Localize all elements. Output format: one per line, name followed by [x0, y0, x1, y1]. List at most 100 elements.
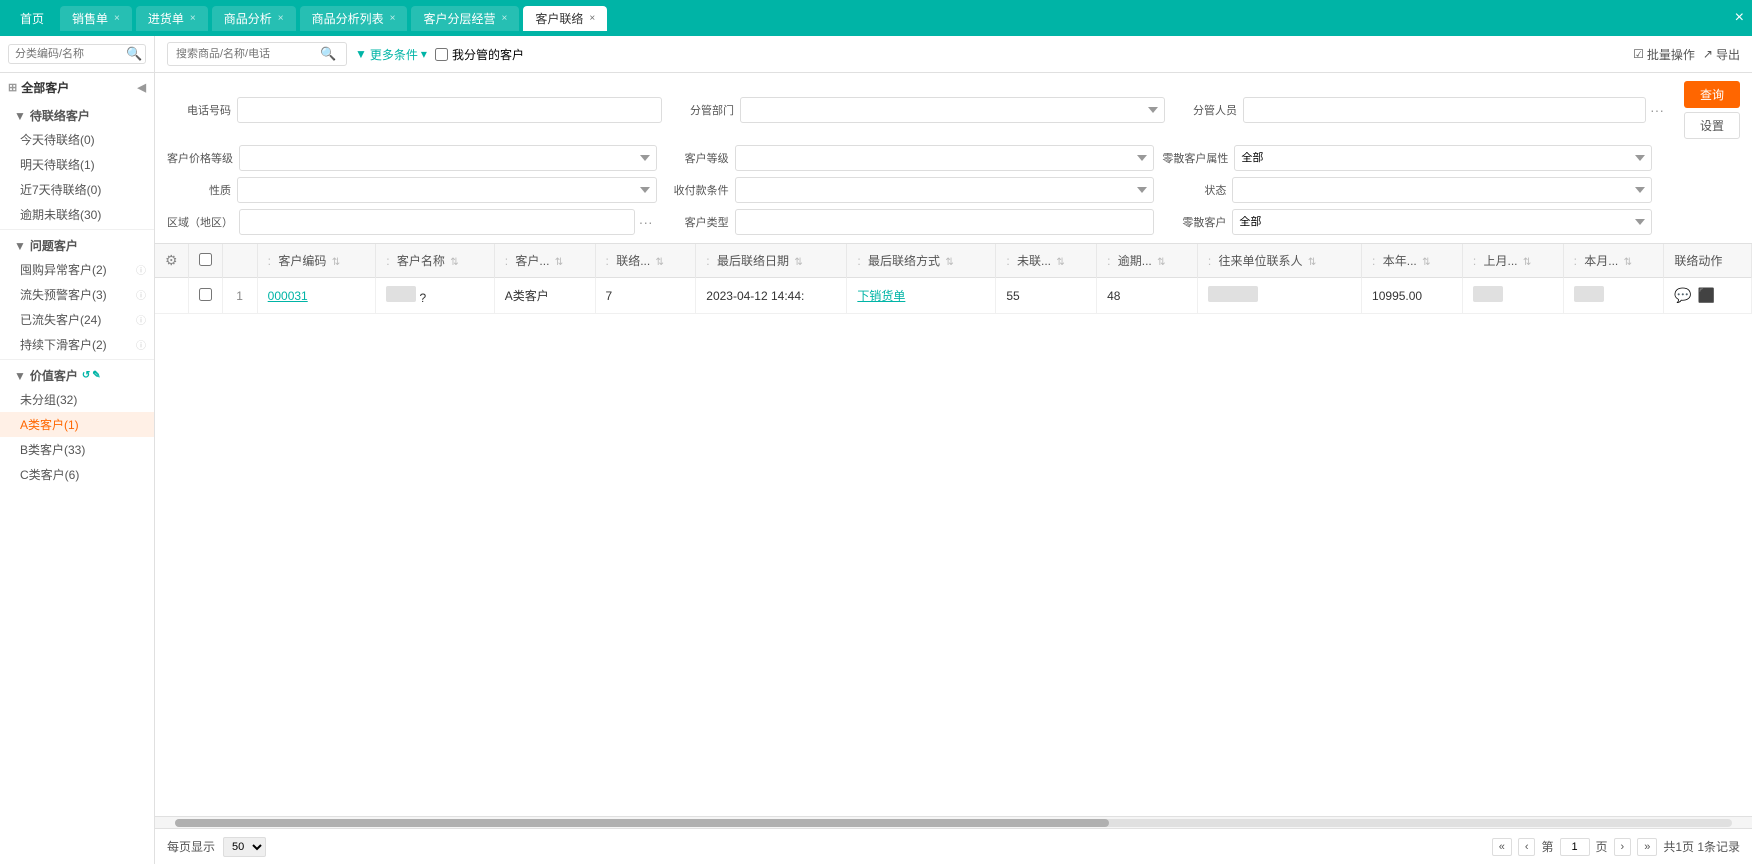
- dept-select-wrapper[interactable]: [740, 97, 1165, 123]
- close-icon[interactable]: ×: [390, 13, 396, 24]
- chat-icon[interactable]: 💬: [1674, 287, 1691, 304]
- th-settings[interactable]: ⚙: [155, 244, 188, 278]
- th-last-month[interactable]: : 上月... ⇅: [1462, 244, 1563, 278]
- nature-select[interactable]: [237, 177, 657, 203]
- close-icon[interactable]: ×: [190, 13, 196, 24]
- page-input[interactable]: [1560, 838, 1590, 856]
- th-unit-contact[interactable]: : 往来单位联系人 ⇅: [1197, 244, 1361, 278]
- sidebar-item-churned[interactable]: 已流失客户(24) ⓘ: [0, 307, 154, 332]
- last-page-button[interactable]: »: [1637, 838, 1657, 856]
- th-last-contact-method[interactable]: : 最后联络方式 ⇅: [847, 244, 996, 278]
- th-this-year[interactable]: : 本年... ⇅: [1362, 244, 1463, 278]
- payment-select[interactable]: [735, 177, 1155, 203]
- nav-tab-analysis[interactable]: 商品分析 ×: [212, 6, 296, 31]
- retail-attr-select[interactable]: 全部: [1234, 145, 1652, 171]
- filter-search-box[interactable]: 🔍: [167, 42, 347, 66]
- nav-home[interactable]: 首页: [8, 6, 56, 31]
- next-page-button[interactable]: ›: [1614, 838, 1632, 856]
- first-page-button[interactable]: «: [1492, 838, 1512, 856]
- status-select[interactable]: [1232, 177, 1652, 203]
- th-contact-info[interactable]: : 联络... ⇅: [595, 244, 696, 278]
- th-checkbox[interactable]: [188, 244, 222, 278]
- nav-tab-purchase[interactable]: 进货单 ×: [136, 6, 208, 31]
- scrollbar-thumb[interactable]: [175, 819, 1109, 827]
- phone-input[interactable]: [237, 97, 662, 123]
- sidebar-item-hoarding[interactable]: 囤购异常客户(2) ⓘ: [0, 257, 154, 282]
- search-icon[interactable]: 🔍: [126, 46, 142, 62]
- nav-tab-customer-contact[interactable]: 客户联络 ×: [523, 6, 607, 31]
- th-last-contact-date[interactable]: : 最后联络日期 ⇅: [696, 244, 847, 278]
- price-level-select[interactable]: [239, 145, 657, 171]
- th-not-contacted[interactable]: : 未联... ⇅: [996, 244, 1097, 278]
- sidebar-item-overdue[interactable]: 逾期未联络(30): [0, 202, 154, 227]
- my-customers-checkbox-area[interactable]: 我分管的客户: [435, 46, 524, 63]
- price-level-wrapper[interactable]: [239, 145, 657, 171]
- td-customer-code[interactable]: 000031: [257, 278, 376, 314]
- td-checkbox[interactable]: [188, 278, 222, 314]
- table-wrapper[interactable]: ⚙ : 客户编码 ⇅ :: [155, 244, 1752, 816]
- close-icon[interactable]: ×: [278, 13, 284, 24]
- settings-gear-icon[interactable]: ⚙: [165, 252, 178, 268]
- horizontal-scrollbar[interactable]: [155, 816, 1752, 828]
- region-input[interactable]: [239, 209, 635, 235]
- region-label: 区域（地区）: [167, 214, 239, 230]
- th-this-month[interactable]: : 本月... ⇅: [1563, 244, 1664, 278]
- edit-icon[interactable]: ✎: [92, 370, 100, 381]
- dept-select[interactable]: [740, 97, 1165, 123]
- sidebar-item-declining[interactable]: 持续下滑客户(2) ⓘ: [0, 332, 154, 357]
- sidebar-item-a-class[interactable]: A类客户(1): [0, 412, 154, 437]
- prev-page-button[interactable]: ‹: [1518, 838, 1536, 856]
- refresh-icon[interactable]: ↺: [82, 370, 90, 381]
- retail-attr-wrapper[interactable]: 全部: [1234, 145, 1652, 171]
- more-dots-icon[interactable]: ···: [1646, 102, 1668, 118]
- sidebar-group-value[interactable]: ▼ 价值客户 ↺ ✎: [0, 362, 154, 387]
- sidebar-item-b-class[interactable]: B类客户(33): [0, 437, 154, 462]
- query-button[interactable]: 查询: [1684, 81, 1740, 108]
- customer-level-select[interactable]: [735, 145, 1155, 171]
- sidebar-item-ungrouped[interactable]: 未分组(32): [0, 387, 154, 412]
- sidebar-group-pending[interactable]: ▼ 待联络客户: [0, 102, 154, 127]
- my-customers-checkbox[interactable]: [435, 48, 448, 61]
- sidebar-item-churn-warning[interactable]: 流失预警客户(3) ⓘ: [0, 282, 154, 307]
- th-customer-code[interactable]: : 客户编码 ⇅: [257, 244, 376, 278]
- setting-button[interactable]: 设置: [1684, 112, 1740, 139]
- close-icon[interactable]: ×: [114, 13, 120, 24]
- nav-tab-sales[interactable]: 销售单 ×: [60, 6, 132, 31]
- nature-wrapper[interactable]: [237, 177, 657, 203]
- sidebar-item-tomorrow[interactable]: 明天待联络(1): [0, 152, 154, 177]
- nav-tab-customer-segment[interactable]: 客户分层经营 ×: [411, 6, 519, 31]
- manager-input[interactable]: [1243, 97, 1646, 123]
- select-all-checkbox[interactable]: [199, 253, 212, 266]
- td-last-contact-method[interactable]: 下销货单: [847, 278, 996, 314]
- sidebar-item-7days[interactable]: 近7天待联络(0): [0, 177, 154, 202]
- payment-wrapper[interactable]: [735, 177, 1155, 203]
- all-customers-header[interactable]: ⊞ 全部客户 ◀: [0, 73, 154, 102]
- qr-icon[interactable]: ⬛: [1698, 287, 1715, 304]
- sidebar-item-c-class[interactable]: C类客户(6): [0, 462, 154, 487]
- customer-code-link[interactable]: 000031: [268, 289, 308, 303]
- th-overdue[interactable]: : 逾期... ⇅: [1097, 244, 1198, 278]
- sidebar-group-problem[interactable]: ▼ 问题客户: [0, 232, 154, 257]
- th-customer-type[interactable]: : 客户... ⇅: [494, 244, 595, 278]
- batch-op-button[interactable]: ☑ 批量操作: [1633, 46, 1695, 63]
- status-wrapper[interactable]: [1232, 177, 1652, 203]
- export-button[interactable]: ↗ 导出: [1703, 46, 1740, 63]
- close-all-button[interactable]: ×: [1735, 9, 1744, 27]
- per-page-select[interactable]: 50: [223, 837, 266, 857]
- nav-tab-analysis-list[interactable]: 商品分析列表 ×: [300, 6, 408, 31]
- retail-customer-wrapper[interactable]: 全部: [1232, 209, 1652, 235]
- row-checkbox[interactable]: [199, 288, 212, 301]
- close-icon[interactable]: ×: [501, 13, 507, 24]
- filter-search-input[interactable]: [176, 48, 316, 60]
- contact-method-link[interactable]: 下销货单: [857, 289, 905, 303]
- customer-level-wrapper[interactable]: [735, 145, 1155, 171]
- more-dots-icon[interactable]: ···: [635, 214, 657, 230]
- collapse-icon[interactable]: ◀: [138, 81, 146, 94]
- th-customer-name[interactable]: : 客户名称 ⇅: [376, 244, 495, 278]
- more-conditions-button[interactable]: ▼ 更多条件 ▾: [355, 46, 427, 63]
- customer-type-input[interactable]: [735, 209, 1155, 235]
- close-icon[interactable]: ×: [589, 13, 595, 24]
- retail-customer-select[interactable]: 全部: [1232, 209, 1652, 235]
- sidebar-item-today[interactable]: 今天待联络(0): [0, 127, 154, 152]
- search-icon[interactable]: 🔍: [320, 46, 336, 62]
